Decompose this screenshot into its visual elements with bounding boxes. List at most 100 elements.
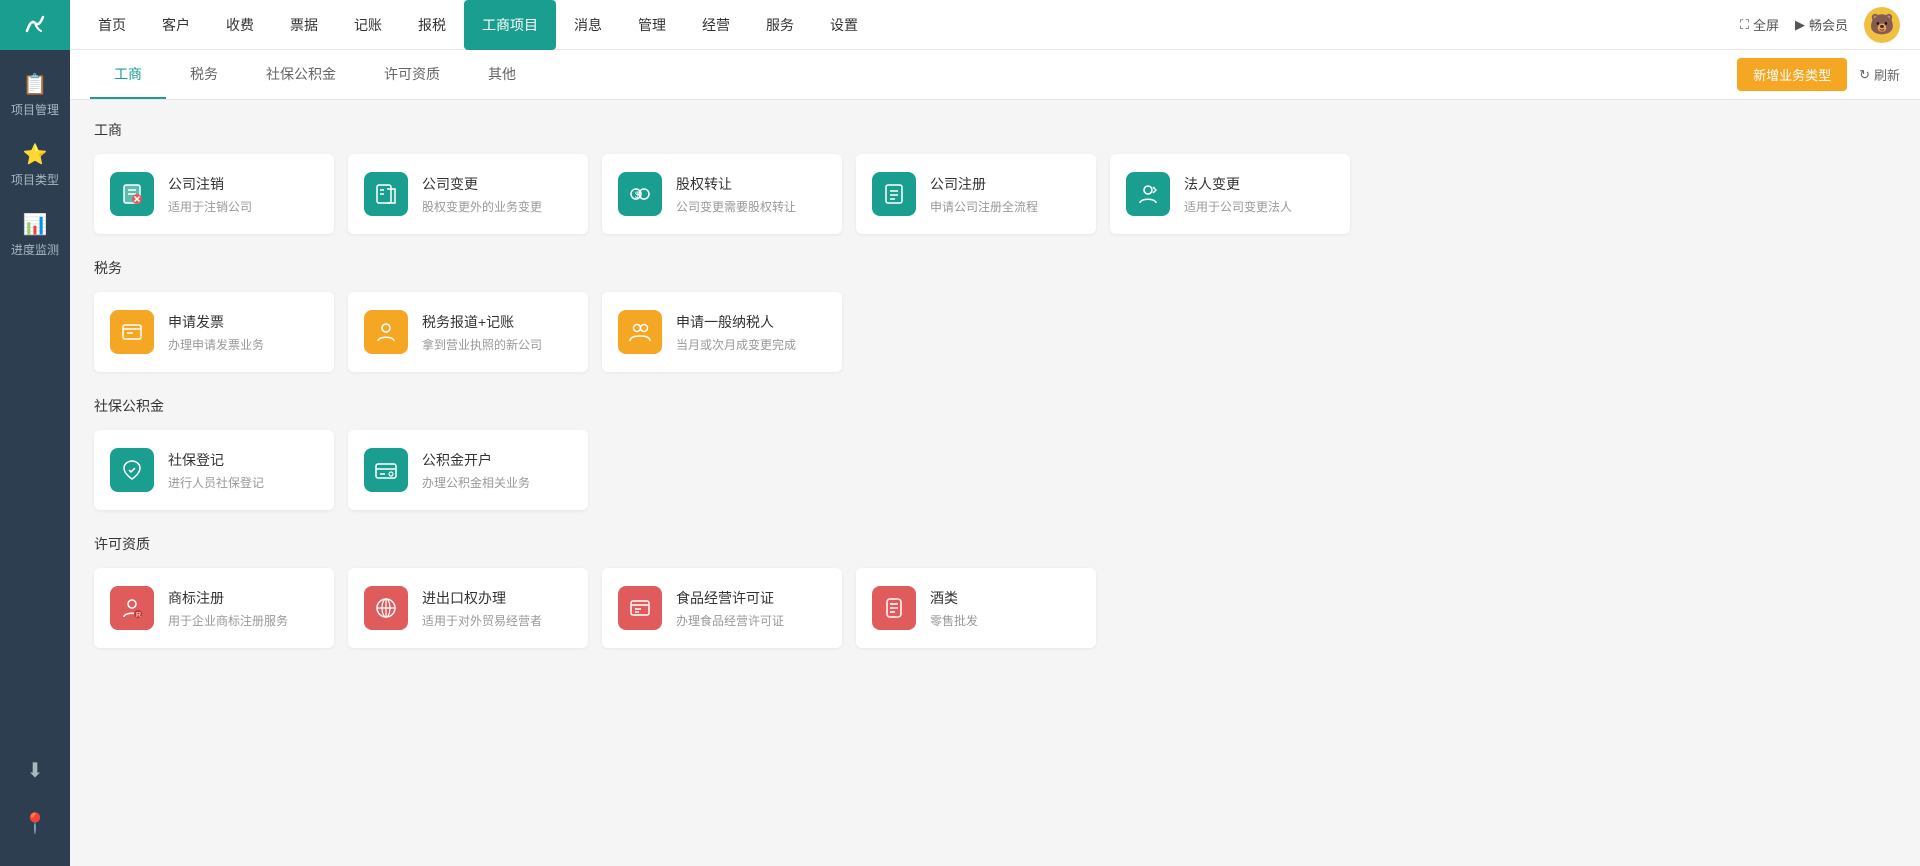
liquor-title: 酒类 — [930, 588, 978, 608]
social-insurance-register-info: 社保登记 进行人员社保登记 — [168, 450, 264, 491]
company-change-desc: 股权变更外的业务变更 — [422, 198, 542, 215]
svg-text:R: R — [136, 612, 141, 619]
company-change-title: 公司变更 — [422, 174, 542, 194]
tax-report-desc: 拿到营业执照的新公司 — [422, 336, 542, 353]
tax-report-title: 税务报道+记账 — [422, 312, 542, 332]
section-title-gongshang: 工商 — [94, 120, 1896, 140]
avatar[interactable]: 🐻 — [1864, 7, 1900, 43]
legal-change-info: 法人变更 适用于公司变更法人 — [1184, 174, 1292, 215]
liquor-icon — [872, 586, 916, 630]
card-company-cancel[interactable]: 公司注销 适用于注销公司 — [94, 154, 334, 234]
nav-fee[interactable]: 收费 — [208, 0, 272, 50]
card-social-insurance-register[interactable]: 社保登记 进行人员社保登记 — [94, 430, 334, 510]
card-trademark[interactable]: R 商标注册 用于企业商标注册服务 — [94, 568, 334, 648]
vip-btn[interactable]: ▶ 畅会员 — [1795, 15, 1848, 34]
card-apply-invoice[interactable]: 申请发票 办理申请发票业务 — [94, 292, 334, 372]
fullscreen-icon: ⛶ — [1740, 17, 1749, 33]
trademark-icon: R — [110, 586, 154, 630]
section-xuke: 许可资质 R 商标注册 用于企业 — [94, 534, 1896, 648]
main-layout: 📋 项目管理 ⭐ 项目类型 📊 进度监测 ⬇ 📍 工商 税务 社保公积金 许可资… — [0, 50, 1920, 866]
trademark-info: 商标注册 用于企业商标注册服务 — [168, 588, 288, 629]
tax-report-icon — [364, 310, 408, 354]
nav-settings[interactable]: 设置 — [812, 0, 876, 50]
sidebar-location-icon[interactable]: 📍 — [23, 801, 48, 846]
company-register-icon — [872, 172, 916, 216]
social-insurance-register-icon — [110, 448, 154, 492]
legal-change-icon — [1126, 172, 1170, 216]
sidebar-item-project-type[interactable]: ⭐ 项目类型 — [0, 130, 70, 200]
cards-grid-xuke: R 商标注册 用于企业商标注册服务 — [94, 568, 1896, 648]
nav-items: 首页 客户 收费 票据 记账 报税 工商项目 消息 管理 经营 服务 设置 — [70, 0, 1740, 50]
section-shuiwu: 税务 申请发票 办理申请发票业务 — [94, 258, 1896, 372]
tab-license[interactable]: 许可资质 — [360, 50, 464, 99]
nav-client[interactable]: 客户 — [144, 0, 208, 50]
card-general-taxpayer[interactable]: 申请一般纳税人 当月或次月成变更完成 — [602, 292, 842, 372]
card-liquor[interactable]: 酒类 零售批发 — [856, 568, 1096, 648]
card-tax-report[interactable]: 税务报道+记账 拿到营业执照的新公司 — [348, 292, 588, 372]
tab-tax[interactable]: 税务 — [166, 50, 242, 99]
card-equity-transfer[interactable]: $ 股权转让 公司变更需要股权转让 — [602, 154, 842, 234]
nav-manage[interactable]: 管理 — [620, 0, 684, 50]
sidebar: 📋 项目管理 ⭐ 项目类型 📊 进度监测 ⬇ 📍 — [0, 50, 70, 866]
nav-service[interactable]: 服务 — [748, 0, 812, 50]
section-title-shuiwu: 税务 — [94, 258, 1896, 278]
nav-accounting[interactable]: 记账 — [336, 0, 400, 50]
provident-fund-info: 公积金开户 办理公积金相关业务 — [422, 450, 530, 491]
fullscreen-btn[interactable]: ⛶ 全屏 — [1740, 15, 1779, 34]
tab-other[interactable]: 其他 — [464, 50, 540, 99]
sidebar-item-progress-monitor[interactable]: 📊 进度监测 — [0, 200, 70, 270]
company-register-info: 公司注册 申请公司注册全流程 — [930, 174, 1038, 215]
nav-operation[interactable]: 经营 — [684, 0, 748, 50]
scroll-content[interactable]: 工商 — [70, 100, 1920, 866]
equity-transfer-info: 股权转让 公司变更需要股权转让 — [676, 174, 796, 215]
refresh-button[interactable]: ↻ 刷新 — [1859, 65, 1900, 84]
nav-message[interactable]: 消息 — [556, 0, 620, 50]
card-import-export[interactable]: 进出口权办理 适用于对外贸易经营者 — [348, 568, 588, 648]
provident-fund-icon — [364, 448, 408, 492]
project-manage-icon: 📋 — [23, 72, 48, 97]
provident-fund-desc: 办理公积金相关业务 — [422, 474, 530, 491]
logo-area[interactable] — [0, 0, 70, 50]
food-license-info: 食品经营许可证 办理食品经营许可证 — [676, 588, 784, 629]
nav-tax[interactable]: 报税 — [400, 0, 464, 50]
top-navigation: 首页 客户 收费 票据 记账 报税 工商项目 消息 管理 经营 服务 设置 ⛶ … — [0, 0, 1920, 50]
tab-social-insurance[interactable]: 社保公积金 — [242, 50, 360, 99]
food-license-title: 食品经营许可证 — [676, 588, 784, 608]
equity-transfer-title: 股权转让 — [676, 174, 796, 194]
svg-text:$: $ — [635, 190, 640, 200]
provident-fund-title: 公积金开户 — [422, 450, 530, 470]
apply-invoice-info: 申请发票 办理申请发票业务 — [168, 312, 264, 353]
social-insurance-register-title: 社保登记 — [168, 450, 264, 470]
nav-invoice[interactable]: 票据 — [272, 0, 336, 50]
food-license-icon — [618, 586, 662, 630]
vip-icon: ▶ — [1795, 17, 1805, 33]
add-business-type-button[interactable]: 新增业务类型 — [1737, 58, 1847, 91]
refresh-icon: ↻ — [1859, 67, 1870, 83]
nav-home[interactable]: 首页 — [80, 0, 144, 50]
cards-grid-shebao: 社保登记 进行人员社保登记 — [94, 430, 1896, 510]
card-company-register[interactable]: 公司注册 申请公司注册全流程 — [856, 154, 1096, 234]
import-export-desc: 适用于对外贸易经营者 — [422, 612, 542, 629]
liquor-info: 酒类 零售批发 — [930, 588, 978, 629]
card-company-change[interactable]: 公司变更 股权变更外的业务变更 — [348, 154, 588, 234]
tab-business-register[interactable]: 工商 — [90, 50, 166, 99]
nav-business[interactable]: 工商项目 — [464, 0, 556, 50]
company-cancel-info: 公司注销 适用于注销公司 — [168, 174, 252, 215]
section-title-xuke: 许可资质 — [94, 534, 1896, 554]
company-register-desc: 申请公司注册全流程 — [930, 198, 1038, 215]
company-change-info: 公司变更 股权变更外的业务变更 — [422, 174, 542, 215]
company-register-title: 公司注册 — [930, 174, 1038, 194]
import-export-title: 进出口权办理 — [422, 588, 542, 608]
apply-invoice-title: 申请发票 — [168, 312, 264, 332]
cards-grid-shuiwu: 申请发票 办理申请发票业务 税务报道+记账 — [94, 292, 1896, 372]
legal-change-desc: 适用于公司变更法人 — [1184, 198, 1292, 215]
section-title-shebao: 社保公积金 — [94, 396, 1896, 416]
sidebar-download-icon[interactable]: ⬇ — [23, 748, 48, 793]
tax-report-info: 税务报道+记账 拿到营业执照的新公司 — [422, 312, 542, 353]
tabs: 工商 税务 社保公积金 许可资质 其他 — [90, 50, 540, 99]
card-legal-change[interactable]: 法人变更 适用于公司变更法人 — [1110, 154, 1350, 234]
sidebar-item-project-manage[interactable]: 📋 项目管理 — [0, 60, 70, 130]
company-cancel-title: 公司注销 — [168, 174, 252, 194]
card-provident-fund[interactable]: 公积金开户 办理公积金相关业务 — [348, 430, 588, 510]
card-food-license[interactable]: 食品经营许可证 办理食品经营许可证 — [602, 568, 842, 648]
